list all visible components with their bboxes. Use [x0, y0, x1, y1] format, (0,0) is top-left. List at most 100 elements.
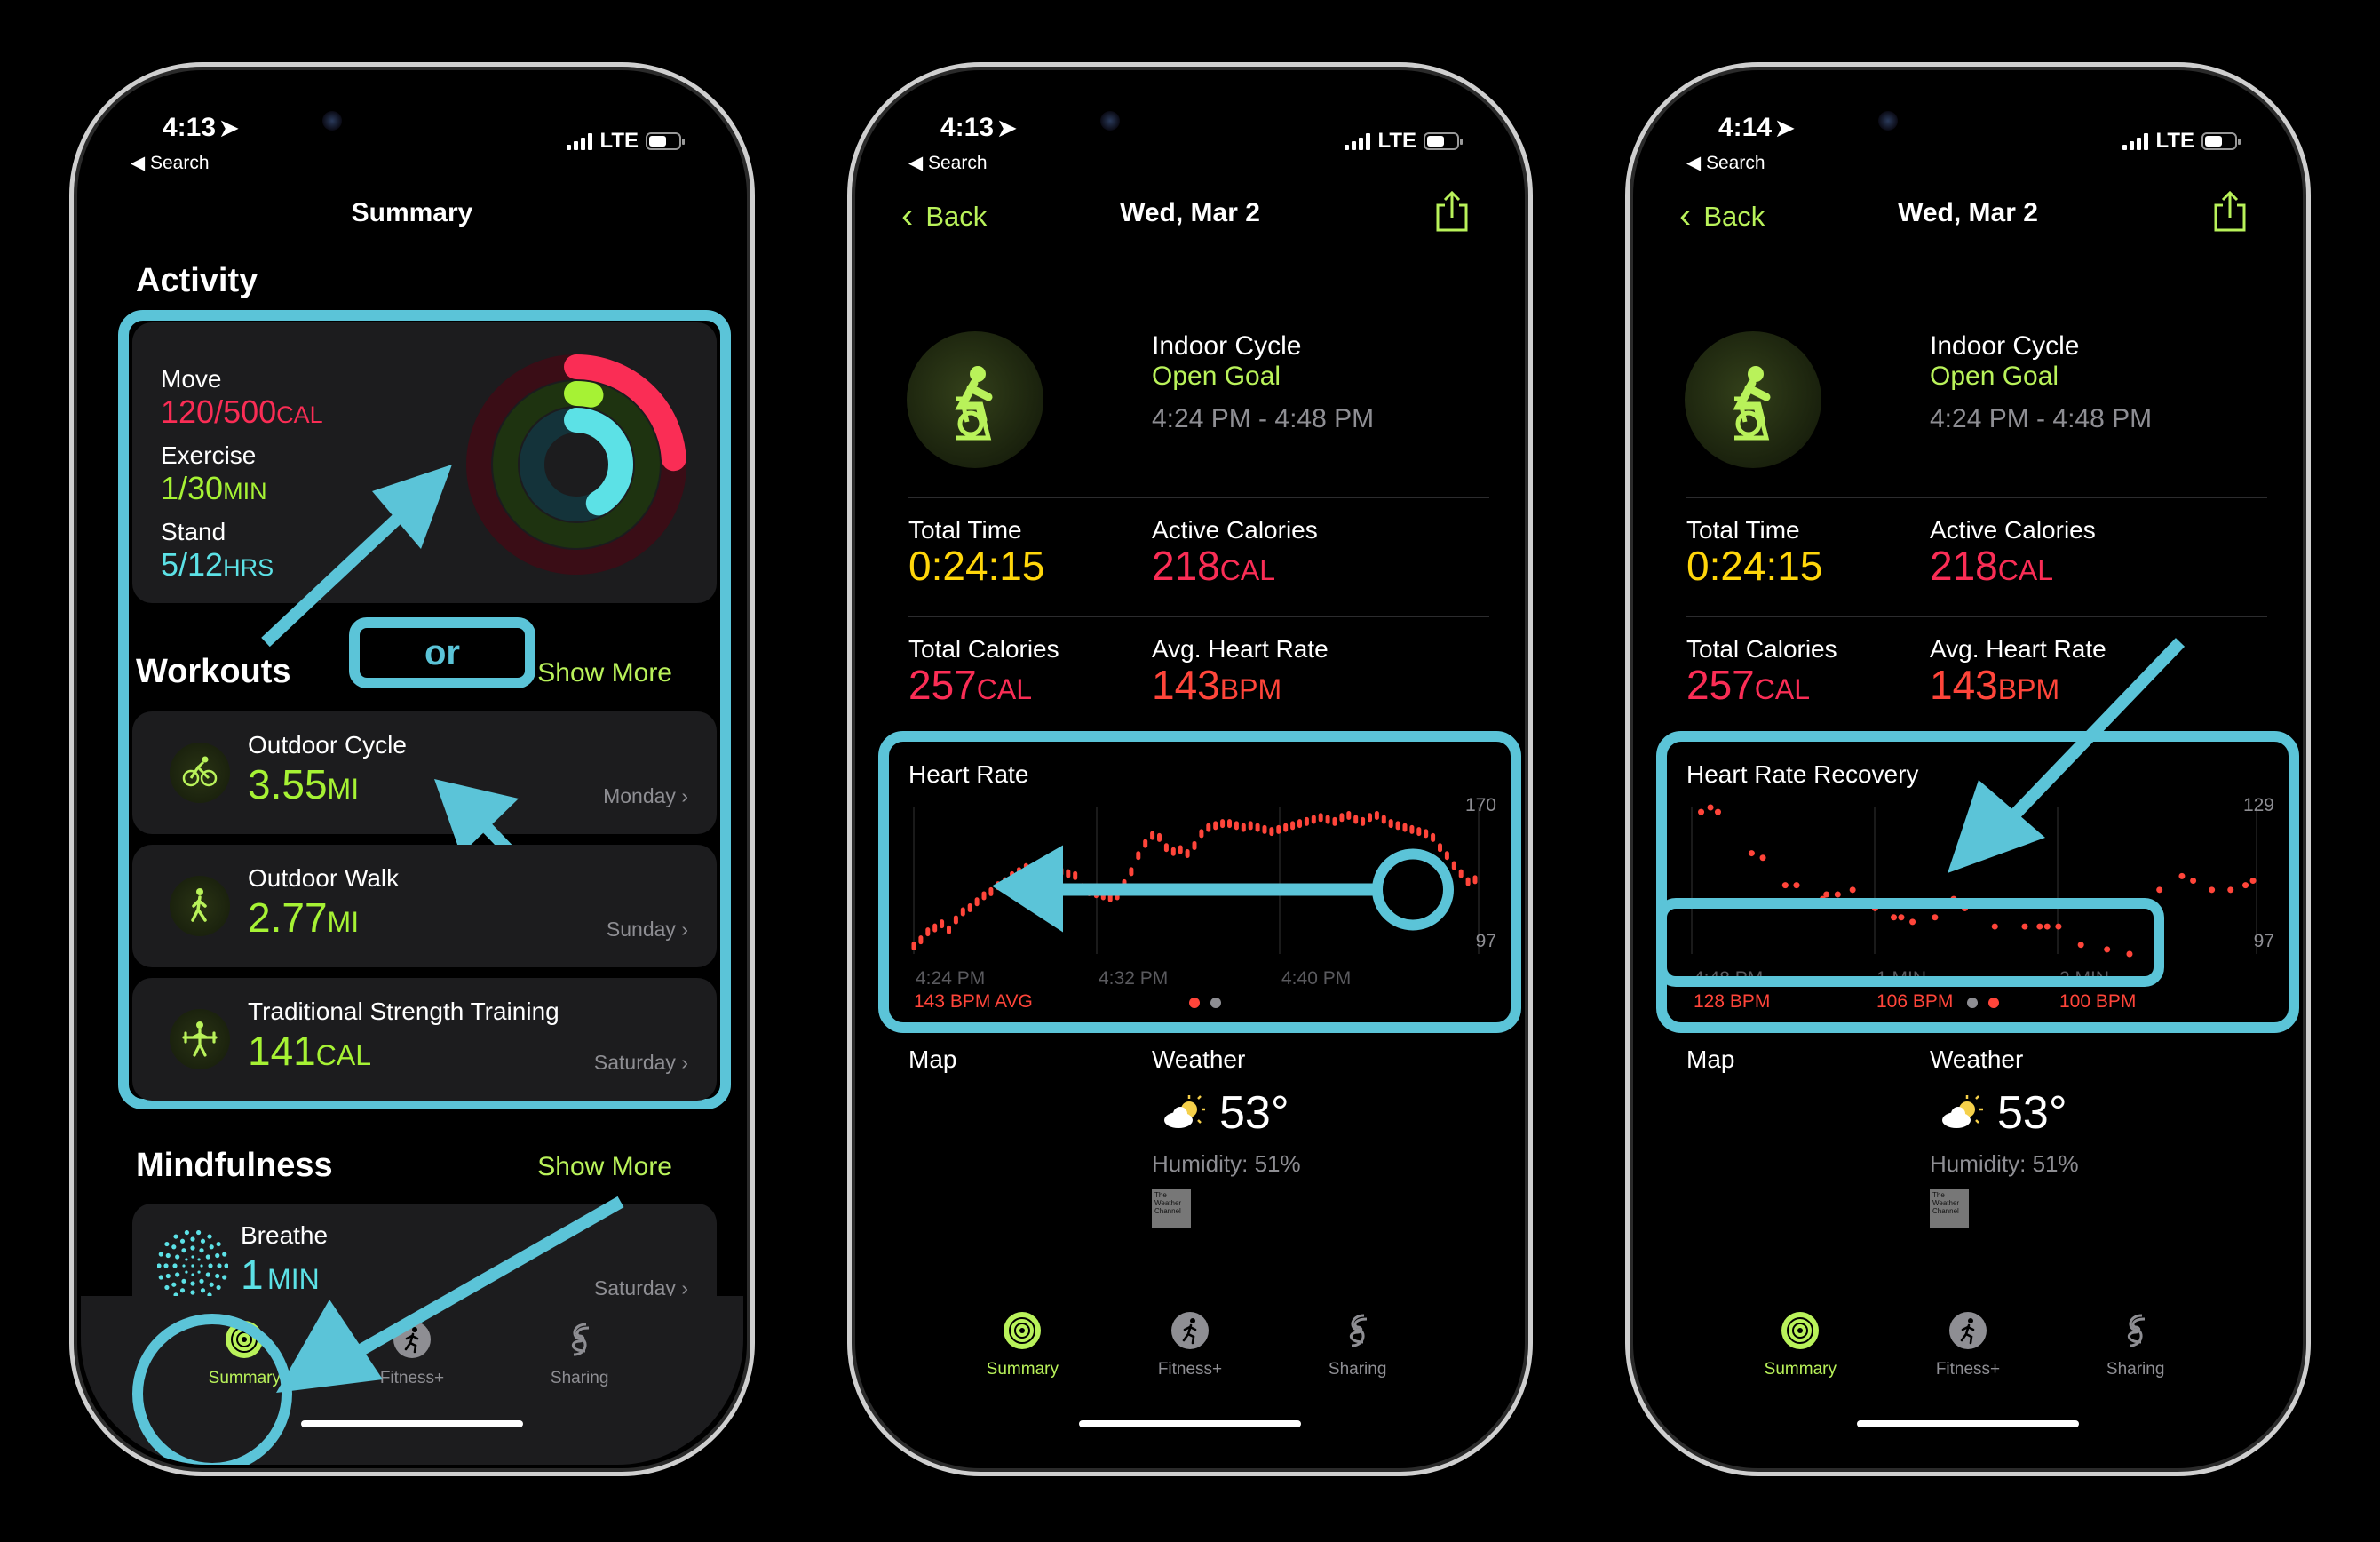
data-point — [1213, 821, 1218, 831]
tab-fitness-plus[interactable]: Fitness+ — [1137, 1310, 1243, 1379]
breathe-dot — [190, 1281, 195, 1286]
page-title: Wed, Mar 2 — [1898, 198, 2038, 227]
data-point — [1361, 816, 1366, 826]
breathe-dot — [195, 1230, 202, 1236]
share-icon[interactable] — [1434, 191, 1470, 232]
breathe-dot — [205, 1254, 210, 1260]
breathe-dot — [215, 1252, 220, 1259]
data-point — [1318, 813, 1323, 823]
back-to-app-link[interactable]: ◀ Search — [131, 152, 210, 174]
workout-row-outdoor-walk[interactable]: Outdoor Walk 2.77MI Sunday › — [132, 845, 717, 967]
chevron-right-icon: › — [681, 1051, 688, 1074]
mindfulness-show-more-link[interactable]: Show More — [537, 1152, 672, 1182]
breathe-dot — [216, 1241, 221, 1247]
breathe-dot — [209, 1244, 214, 1250]
workout-day: Monday › — [603, 784, 688, 807]
data-point — [1714, 808, 1721, 815]
data-point — [1368, 813, 1372, 823]
divider — [908, 497, 1489, 498]
status-time: 4:13 ➤ — [940, 113, 1017, 142]
workouts-show-more-link[interactable]: Show More — [537, 658, 672, 688]
metric-avg-heart-rate: Avg. Heart Rate 143BPM — [1152, 635, 1329, 708]
data-point — [981, 891, 987, 901]
heart-rate-chart[interactable]: Heart Rate 4:24 PM 4:32 PM 4:40 PM 170 97 143 … — [894, 745, 1507, 1012]
back-app-label: Search — [149, 153, 210, 173]
page-dot[interactable] — [1189, 998, 1200, 1008]
data-point — [1220, 819, 1226, 829]
status-indicators: LTE — [2122, 129, 2241, 154]
data-point — [1381, 815, 1386, 824]
workout-time-range: 4:24 PM - 4:48 PM — [1930, 404, 2153, 433]
activity-rings[interactable] — [461, 349, 692, 580]
breathe-dot — [200, 1238, 206, 1244]
phone-summary: 4:13 ➤ ◀ Search LTE Summary Activity Move… — [69, 62, 755, 1476]
data-point — [947, 925, 951, 934]
back-app-label: Search — [1705, 153, 1765, 173]
breathe-dot — [165, 1273, 171, 1279]
tab-fitness-plus[interactable]: Fitness+ — [1915, 1310, 2021, 1379]
chart-title: Heart Rate — [908, 760, 1028, 788]
page-dot[interactable] — [1967, 998, 1978, 1008]
data-point — [1472, 875, 1478, 885]
partly-sunny-icon — [1164, 1095, 1205, 1128]
mindfulness-heading: Mindfulness — [136, 1147, 333, 1184]
breathe-dot — [172, 1263, 178, 1268]
data-point — [1451, 861, 1456, 870]
workout-value: 141CAL — [248, 1028, 371, 1074]
data-point — [1332, 816, 1337, 826]
workout-value: 3.55MI — [248, 761, 360, 807]
breathe-dot — [182, 1264, 186, 1268]
workout-type: Indoor Cycle — [1152, 331, 1302, 361]
tab-sharing[interactable]: Sharing — [1305, 1310, 1411, 1379]
data-point — [911, 941, 916, 950]
breathe-dot — [191, 1273, 194, 1276]
activity-card[interactable]: Move 120/500CAL Exercise 1/30MIN Stand 5… — [132, 322, 717, 648]
home-indicator[interactable] — [1857, 1420, 2079, 1427]
weather-temp: 53° — [1161, 1086, 1289, 1140]
data-point — [1374, 811, 1379, 821]
battery-icon — [1424, 132, 1463, 150]
page-dot[interactable] — [1210, 998, 1221, 1008]
heart-rate-chart-card[interactable]: Heart Rate 4:24 PM 4:32 PM 4:40 PM 170 97 143 … — [894, 745, 1507, 1012]
workout-day: Sunday › — [606, 918, 688, 941]
data-point — [1339, 813, 1345, 823]
home-indicator[interactable] — [301, 1420, 523, 1427]
workout-row-strength-training[interactable]: Traditional Strength Training 141CAL Sat… — [132, 978, 717, 1101]
back-to-app-link[interactable]: ◀ Search — [1686, 152, 1765, 174]
data-point — [1163, 843, 1169, 853]
weather-label: Weather — [1152, 1045, 1246, 1073]
back-to-app-link[interactable]: ◀ Search — [908, 152, 988, 174]
tab-label: Summary — [1764, 1360, 1837, 1379]
data-point — [1192, 840, 1197, 850]
data-point — [1444, 851, 1449, 861]
workout-name: Outdoor Cycle — [248, 731, 407, 759]
workout-type: Indoor Cycle — [1930, 331, 2080, 361]
partly-sunny-icon — [1942, 1095, 1983, 1128]
chevron-right-icon: › — [681, 918, 688, 941]
data-point — [1185, 848, 1190, 858]
network-type: LTE — [599, 129, 639, 153]
tab-label: Sharing — [1328, 1360, 1387, 1379]
page-dot[interactable] — [1988, 998, 1999, 1008]
home-indicator[interactable] — [1079, 1420, 1301, 1427]
data-point — [1241, 823, 1246, 832]
breathe-dot — [184, 1230, 190, 1236]
data-point — [2190, 878, 2197, 884]
workout-time-range: 4:24 PM - 4:48 PM — [1152, 404, 1375, 433]
data-point — [967, 903, 972, 913]
breathe-dot — [191, 1255, 194, 1259]
tab-sharing[interactable]: Sharing — [2082, 1310, 2189, 1379]
data-point — [1066, 869, 1071, 878]
x-tick-label: 4:40 PM — [1281, 968, 1351, 989]
map-label: Map — [1686, 1045, 1735, 1073]
workout-goal: Open Goal — [1152, 362, 1281, 391]
tab-summary[interactable]: Summary — [969, 1310, 1075, 1379]
workout-goal: Open Goal — [1930, 362, 2059, 391]
share-icon[interactable] — [2212, 191, 2248, 232]
tab-label: Summary — [986, 1360, 1059, 1379]
data-point — [2227, 886, 2234, 894]
workout-day: Saturday › — [593, 1051, 688, 1074]
tab-summary[interactable]: Summary — [1747, 1310, 1853, 1379]
data-point — [1698, 808, 1705, 815]
workout-row-outdoor-cycle[interactable]: Outdoor Cycle 3.55MI Monday › — [132, 711, 717, 926]
